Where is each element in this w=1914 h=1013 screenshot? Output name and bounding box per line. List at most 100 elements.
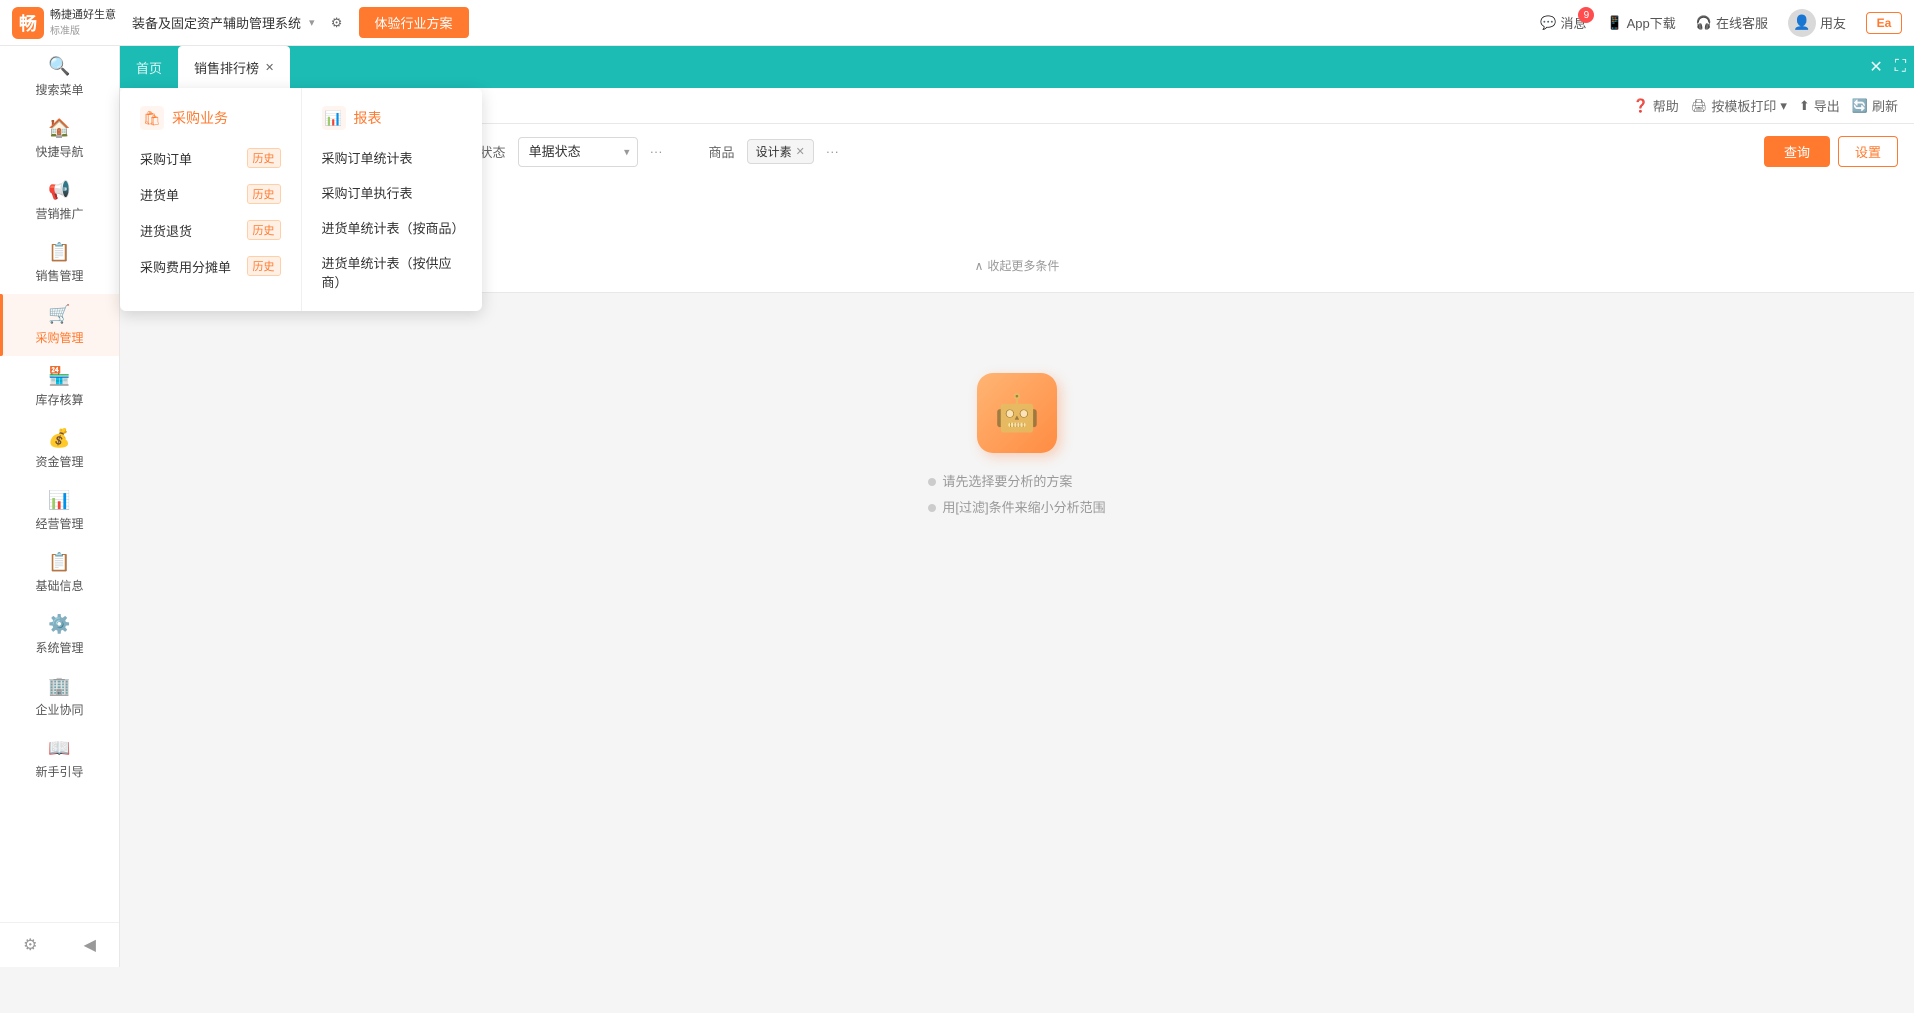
- purchase-dropdown-menu: 🛍 采购业务 采购订单 历史 进货单 历史 进货退货 历史 采购费用分摊单 历史…: [120, 88, 482, 311]
- export-btn[interactable]: ⬆ 导出: [1799, 96, 1840, 115]
- message-badge: 9: [1578, 7, 1594, 23]
- sidebar-item-sales[interactable]: 📋 销售管理: [0, 232, 119, 294]
- goods-dots[interactable]: ···: [826, 144, 839, 159]
- sidebar-item-basic-info[interactable]: 📋 基础信息: [0, 542, 119, 604]
- template-print-btn[interactable]: 🖨 按模板打印 ▾: [1691, 96, 1787, 115]
- print-icon: 🖨: [1691, 98, 1708, 114]
- report-header-label: 报表: [354, 108, 382, 128]
- po-history-badge: 历史: [247, 148, 281, 168]
- sidebar-label-purchase: 采购管理: [35, 329, 83, 346]
- dropdown-item-po-label: 采购订单: [140, 149, 192, 168]
- industry-button[interactable]: 体验行业方案: [359, 7, 469, 38]
- system-icon: ⚙️: [48, 614, 70, 635]
- sidebar-item-search[interactable]: 🔍 搜索菜单: [0, 46, 119, 108]
- tab-close-all-btn[interactable]: ✕: [1869, 57, 1882, 77]
- sidebar-item-enterprise[interactable]: 🏢 企业协同: [0, 666, 119, 728]
- dropdown-item-receipt-by-goods[interactable]: 进货单统计表（按商品）: [302, 210, 483, 245]
- sidebar: 🔍 搜索菜单 🏠 快捷导航 📢 营销推广 📋 销售管理 🛒 采购管理 🏪 库存核…: [0, 46, 120, 967]
- tab-fullscreen-btn[interactable]: ⛶: [1895, 58, 1906, 76]
- marketing-icon: 📢: [48, 180, 70, 201]
- system-name-arrow[interactable]: ▾: [309, 16, 315, 29]
- doc-status-select-wrap: 单据状态: [518, 137, 638, 167]
- sidebar-item-marketing[interactable]: 📢 营销推广: [0, 170, 119, 232]
- sidebar-settings-btn[interactable]: ⚙: [23, 935, 37, 955]
- purchase-header-label: 采购业务: [172, 108, 228, 128]
- sidebar-item-guide[interactable]: 📖 新手引导: [0, 728, 119, 790]
- sidebar-item-finance[interactable]: 💰 资金管理: [0, 418, 119, 480]
- logo-title: 畅捷通好生意: [50, 8, 116, 22]
- dropdown-item-receipt-by-supplier[interactable]: 进货单统计表（按供应商）: [302, 245, 483, 299]
- enterprise-icon: 🏢: [48, 676, 70, 697]
- query-button[interactable]: 查询: [1764, 136, 1830, 167]
- app-download-button[interactable]: 📱 App下载: [1606, 13, 1675, 32]
- filter-actions: 查询 设置: [1764, 136, 1898, 167]
- system-name[interactable]: 装备及固定资产辅助管理系统: [132, 13, 301, 32]
- tab-bar-actions: ✕ ⛶: [1869, 57, 1906, 77]
- print-arrow-icon: ▾: [1780, 98, 1787, 114]
- empty-robot-icon: [977, 373, 1057, 453]
- dropdown-item-po[interactable]: 采购订单 历史: [120, 140, 301, 176]
- empty-hint-2: 用[过滤]条件来缩小分析范围: [928, 495, 1105, 521]
- user-area[interactable]: 👤 用友: [1788, 9, 1846, 37]
- dropdown-item-return[interactable]: 进货退货 历史: [120, 212, 301, 248]
- top-bar: 畅 畅捷通好生意 标准版 装备及固定资产辅助管理系统 ▾ ⚙ 体验行业方案 💬 …: [0, 0, 1914, 46]
- dropdown-item-receipt-by-goods-label: 进货单统计表（按商品）: [322, 218, 463, 237]
- dropdown-item-po-exec-label: 采购订单执行表: [322, 183, 413, 202]
- sidebar-label-quick-nav: 快捷导航: [35, 143, 83, 160]
- ea-badge[interactable]: Ea: [1866, 12, 1902, 34]
- logo-text-area: 畅捷通好生意 标准版: [50, 8, 116, 37]
- return-history-badge: 历史: [247, 220, 281, 240]
- logo-area: 畅 畅捷通好生意 标准版: [12, 7, 132, 39]
- settings-icon[interactable]: ⚙: [323, 9, 351, 37]
- online-service-label: 在线客服: [1716, 13, 1768, 32]
- basic-info-icon: 📋: [48, 552, 70, 573]
- inventory-icon: 🏪: [48, 366, 70, 387]
- finance-icon: 💰: [48, 428, 70, 449]
- sidebar-label-basic-info: 基础信息: [35, 577, 83, 594]
- help-btn[interactable]: ❓ 帮助: [1633, 96, 1679, 115]
- goods-tag-close[interactable]: ✕: [796, 145, 805, 158]
- guide-icon: 📖: [48, 738, 70, 759]
- dropdown-item-po-exec[interactable]: 采购订单执行表: [302, 175, 483, 210]
- goods-tag: 设计素 ✕: [747, 139, 814, 164]
- dropdown-item-po-stat[interactable]: 采购订单统计表: [302, 140, 483, 175]
- tab-home[interactable]: 首页: [120, 46, 178, 88]
- export-label: 导出: [1814, 96, 1840, 115]
- report-col: 📊 报表 采购订单统计表 采购订单执行表 进货单统计表（按商品） 进货单统计表（…: [302, 88, 483, 311]
- headset-icon: 🎧: [1696, 15, 1712, 31]
- sidebar-label-search: 搜索菜单: [35, 81, 83, 98]
- goods-tag-text: 设计素: [756, 143, 792, 160]
- sidebar-item-inventory[interactable]: 🏪 库存核算: [0, 356, 119, 418]
- refresh-btn[interactable]: 🔄 刷新: [1852, 96, 1898, 115]
- set-button[interactable]: 设置: [1838, 136, 1898, 167]
- tab-close-icon[interactable]: ✕: [265, 61, 274, 74]
- sidebar-collapse-btn[interactable]: ◀: [84, 935, 96, 955]
- top-bar-middle: 装备及固定资产辅助管理系统 ▾ ⚙ 体验行业方案: [132, 7, 1540, 38]
- tab-sales-rank[interactable]: 销售排行榜 ✕: [178, 46, 290, 88]
- home-icon: 🏠: [48, 118, 70, 139]
- doc-status-dots[interactable]: ···: [650, 144, 663, 159]
- empty-dot-1: [928, 478, 936, 486]
- app-download-label: App下载: [1627, 13, 1676, 32]
- sidebar-label-guide: 新手引导: [35, 763, 83, 780]
- goods-filter-label: 商品: [675, 142, 735, 161]
- sidebar-item-system[interactable]: ⚙️ 系统管理: [0, 604, 119, 666]
- dropdown-item-return-label: 进货退货: [140, 221, 192, 240]
- report-col-header: 📊 报表: [302, 100, 483, 140]
- online-service-button[interactable]: 🎧 在线客服: [1696, 13, 1768, 32]
- doc-status-select[interactable]: 单据状态: [518, 137, 638, 167]
- sidebar-item-quick-nav[interactable]: 🏠 快捷导航: [0, 108, 119, 170]
- messages-button[interactable]: 💬 消息 9: [1540, 13, 1586, 32]
- collapse-icon: ∧: [975, 259, 984, 273]
- help-icon: ❓: [1633, 98, 1649, 114]
- sidebar-item-operations[interactable]: 📊 经营管理: [0, 480, 119, 542]
- refresh-label: 刷新: [1872, 96, 1898, 115]
- dropdown-item-expense[interactable]: 采购费用分摊单 历史: [120, 248, 301, 284]
- dropdown-item-receipt[interactable]: 进货单 历史: [120, 176, 301, 212]
- logo-icon: 畅: [12, 7, 44, 39]
- dropdown-item-po-stat-label: 采购订单统计表: [322, 148, 413, 167]
- sidebar-item-purchase[interactable]: 🛒 采购管理: [0, 294, 119, 356]
- empty-hint-1: 请先选择要分析的方案: [928, 469, 1105, 495]
- template-print-label: 按模板打印: [1711, 96, 1776, 115]
- refresh-icon: 🔄: [1852, 98, 1868, 114]
